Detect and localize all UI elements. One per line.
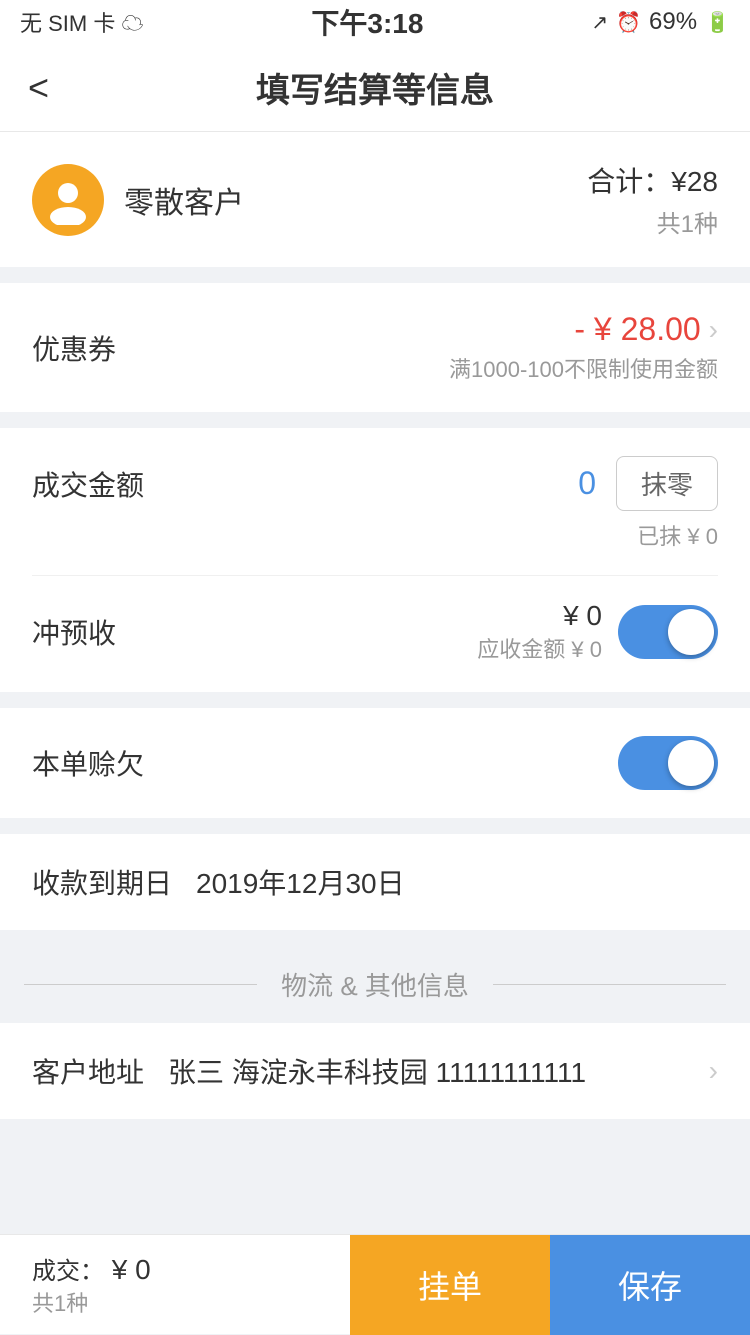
duedate-row: 收款到期日 2019年12月30日: [0, 834, 750, 930]
status-left: 无 SIM 卡 ☁: [20, 6, 143, 38]
deal-amount-row: 成交金额 0 抹零: [32, 456, 718, 511]
save-button[interactable]: 保存: [550, 1235, 750, 1335]
divider-line-left: [24, 984, 257, 985]
deal-section: 成交金额 0 抹零 已抹 ¥ 0 冲预收 ¥ 0 应收金额 ¥ 0: [0, 428, 750, 692]
prepayment-sub: 应收金额 ¥ 0: [477, 632, 602, 664]
battery-icon: 🔋: [705, 10, 730, 35]
battery-label: 69%: [649, 8, 697, 36]
debt-toggle[interactable]: [618, 736, 718, 790]
prepayment-toggle[interactable]: [618, 605, 718, 659]
address-label: 客户地址: [32, 1051, 144, 1091]
prepayment-amount: ¥ 0 应收金额 ¥ 0: [477, 600, 602, 664]
duedate-value: 2019年12月30日: [196, 862, 405, 902]
prepayment-right: ¥ 0 应收金额 ¥ 0: [477, 600, 718, 664]
status-right: ↗ ⏰ 69% 🔋: [591, 8, 730, 36]
address-row[interactable]: 客户地址 张三 海淀永丰科技园 11111111111 ›: [0, 1023, 750, 1119]
customer-left: 零散客户: [32, 164, 244, 236]
logistics-divider: 物流 & 其他信息: [0, 946, 750, 1023]
status-bar: 无 SIM 卡 ☁ 下午3:18 ↗ ⏰ 69% 🔋: [0, 0, 750, 44]
debt-label: 本单赊欠: [32, 743, 144, 783]
customer-name: 零散客户: [124, 178, 244, 222]
back-button[interactable]: <: [28, 67, 49, 109]
deal-amount-value: 0: [578, 465, 596, 502]
customer-row: 零散客户 合计：¥28 共1种: [0, 132, 750, 267]
total-amount: 合计：¥28: [587, 160, 718, 200]
deal-amount-right: 0 抹零: [578, 456, 718, 511]
logistics-divider-text: 物流 & 其他信息: [281, 966, 469, 1003]
divider-line-right: [493, 984, 726, 985]
coupon-amount-row: - ¥ 28.00 ›: [574, 311, 718, 348]
coupon-right: - ¥ 28.00 › 满1000-100不限制使用金额: [449, 311, 718, 384]
address-value: 张三 海淀永丰科技园 11111111111: [168, 1051, 701, 1091]
coupon-row[interactable]: 优惠券 - ¥ 28.00 › 满1000-100不限制使用金额: [0, 283, 750, 412]
page-title: 填写结算等信息: [256, 63, 494, 112]
prepayment-label: 冲预收: [32, 612, 116, 652]
deal-sub-text: 已抹 ¥ 0: [32, 519, 718, 551]
bottom-info: 成交： ¥ 0 共1种: [0, 1251, 350, 1318]
deal-amount-label: 成交金额: [32, 464, 144, 504]
coupon-amount: - ¥ 28.00: [574, 311, 700, 348]
bottom-count: 共1种: [32, 1286, 318, 1318]
debt-section: 本单赊欠: [0, 708, 750, 818]
debt-toggle-knob: [668, 740, 714, 786]
bottom-deal-label: 成交：: [32, 1258, 104, 1285]
alarm-icon: ⏰: [616, 10, 641, 35]
coupon-label: 优惠券: [32, 328, 116, 368]
toggle-knob: [668, 609, 714, 655]
customer-total: 合计：¥28 共1种: [587, 160, 718, 239]
hold-button[interactable]: 挂单: [350, 1235, 550, 1335]
prepayment-value: ¥ 0: [477, 600, 602, 632]
address-chevron-icon: ›: [709, 1055, 718, 1087]
bottom-deal-row: 成交： ¥ 0: [32, 1251, 318, 1286]
round-off-button[interactable]: 抹零: [616, 456, 718, 511]
nav-bar: < 填写结算等信息: [0, 44, 750, 132]
location-icon: ↗: [591, 10, 608, 35]
status-time: 下午3:18: [311, 2, 423, 42]
chevron-right-icon: ›: [709, 314, 718, 346]
avatar: [32, 164, 104, 236]
duedate-label: 收款到期日: [32, 862, 172, 902]
bottom-bar: 成交： ¥ 0 共1种 挂单 保存: [0, 1234, 750, 1334]
sim-label: 无 SIM 卡 ☁: [20, 6, 143, 38]
bottom-deal-value: ¥ 0: [112, 1254, 151, 1285]
total-count: 共1种: [587, 204, 718, 239]
coupon-desc: 满1000-100不限制使用金额: [449, 352, 718, 384]
prepayment-row: 冲预收 ¥ 0 应收金额 ¥ 0: [32, 575, 718, 664]
